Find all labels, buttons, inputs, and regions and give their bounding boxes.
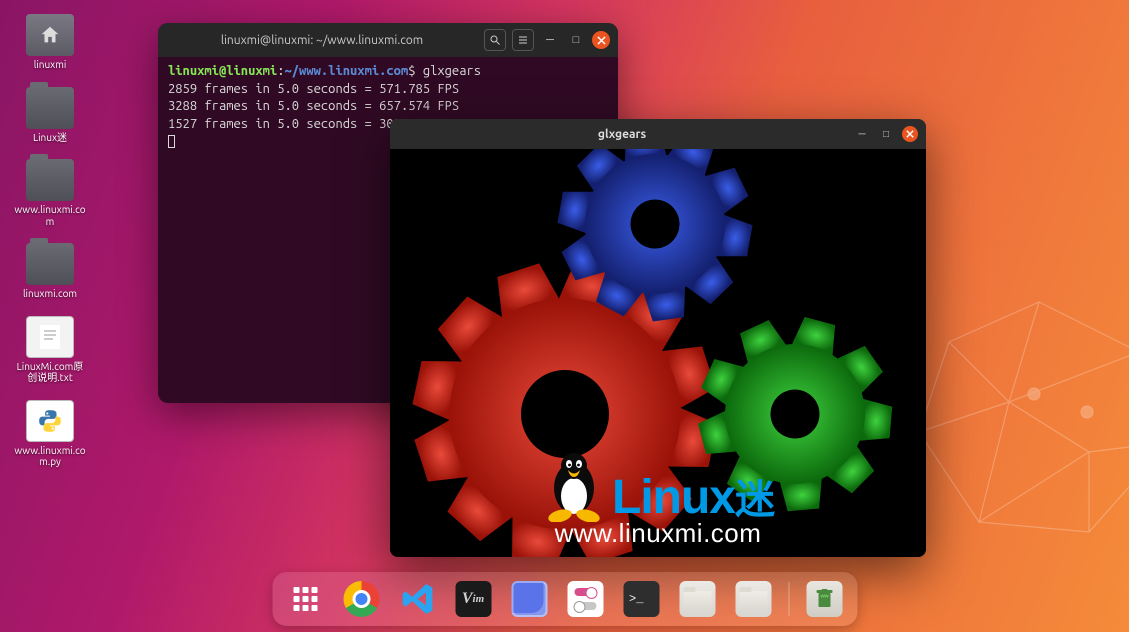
prompt-symbol: $ xyxy=(408,64,415,78)
terminal-prompt-line: linuxmi@linuxmi:~/www.linuxmi.com$ glxge… xyxy=(168,63,608,81)
terminal-titlebar[interactable]: linuxmi@linuxmi: ~/www.linuxmi.com ─ □ xyxy=(158,23,618,57)
terminal-command: glxgears xyxy=(423,64,481,78)
minimize-button[interactable]: ─ xyxy=(540,30,560,50)
dock-separator xyxy=(788,582,789,616)
dock-app-files[interactable] xyxy=(676,578,718,620)
desktop-icon-label: www.linuxmi.com xyxy=(12,204,88,227)
vscode-icon xyxy=(400,582,434,616)
search-icon[interactable] xyxy=(484,29,506,51)
files-icon xyxy=(735,581,771,617)
glxgears-title: glxgears xyxy=(398,128,846,141)
desktop-icons: linuxmi Linux迷 www.linuxmi.com linuxmi.c… xyxy=(10,10,90,472)
folder-icon xyxy=(26,159,74,201)
python-file-icon xyxy=(26,400,74,442)
maximize-button[interactable]: □ xyxy=(878,126,894,142)
tweaks-icon xyxy=(567,581,603,617)
terminal-title: linuxmi@linuxmi: ~/www.linuxmi.com xyxy=(166,34,478,47)
screenshot-icon xyxy=(511,581,547,617)
close-button[interactable] xyxy=(592,31,610,49)
dock-app-files-alt[interactable] xyxy=(732,578,774,620)
prompt-user: linuxmi@linuxmi xyxy=(168,64,277,78)
files-icon xyxy=(679,581,715,617)
close-button[interactable] xyxy=(902,126,918,142)
terminal-output-line: 3288 frames in 5.0 seconds = 657.574 FPS xyxy=(168,98,608,116)
desktop-icon-label: Linux迷 xyxy=(33,132,67,144)
dock-app-terminal[interactable]: >_ xyxy=(620,578,662,620)
show-applications-button[interactable] xyxy=(284,578,326,620)
desktop-icon-home[interactable]: linuxmi xyxy=(10,10,90,75)
prompt-path: ~/www.linuxmi.com xyxy=(284,64,408,78)
desktop-icon-folder[interactable]: Linux迷 xyxy=(10,83,90,148)
desktop-icon-textfile[interactable]: LinuxMi.com原创说明.txt xyxy=(10,312,90,388)
folder-icon xyxy=(26,243,74,285)
maximize-button[interactable]: □ xyxy=(566,30,586,50)
dock-app-screenshot[interactable] xyxy=(508,578,550,620)
glxgears-titlebar[interactable]: glxgears ─ □ xyxy=(390,119,926,149)
terminal-output-line: 2859 frames in 5.0 seconds = 571.785 FPS xyxy=(168,81,608,99)
folder-icon xyxy=(26,87,74,129)
glxgears-viewport: Linux迷 www.linuxmi.com xyxy=(390,149,926,557)
dock-app-tweaks[interactable] xyxy=(564,578,606,620)
desktop-icon-label: LinuxMi.com原创说明.txt xyxy=(12,361,88,384)
menu-icon[interactable] xyxy=(512,29,534,51)
blue-gear-icon xyxy=(550,149,760,329)
minimize-button[interactable]: ─ xyxy=(854,126,870,142)
apps-grid-icon xyxy=(293,587,317,611)
desktop-icon-label: linuxmi.com xyxy=(23,288,77,300)
desktop-icon-label: linuxmi xyxy=(34,59,67,71)
desktop-icon-pyfile[interactable]: www.linuxmi.com.py xyxy=(10,396,90,472)
desktop-icon-folder[interactable]: linuxmi.com xyxy=(10,239,90,304)
vim-icon: Vim xyxy=(455,581,491,617)
glxgears-window[interactable]: glxgears ─ □ xyxy=(390,119,926,557)
trash-icon xyxy=(806,581,842,617)
chrome-icon xyxy=(343,581,379,617)
dock: Vim >_ xyxy=(272,572,857,626)
green-gear-icon xyxy=(690,309,900,519)
dock-trash[interactable] xyxy=(803,578,845,620)
dock-app-chrome[interactable] xyxy=(340,578,382,620)
dock-app-vim[interactable]: Vim xyxy=(452,578,494,620)
text-file-icon xyxy=(26,316,74,358)
dock-app-vscode[interactable] xyxy=(396,578,438,620)
desktop-icon-label: www.linuxmi.com.py xyxy=(12,445,88,468)
home-folder-icon xyxy=(26,14,74,56)
terminal-icon: >_ xyxy=(623,581,659,617)
desktop-icon-folder[interactable]: www.linuxmi.com xyxy=(10,155,90,231)
